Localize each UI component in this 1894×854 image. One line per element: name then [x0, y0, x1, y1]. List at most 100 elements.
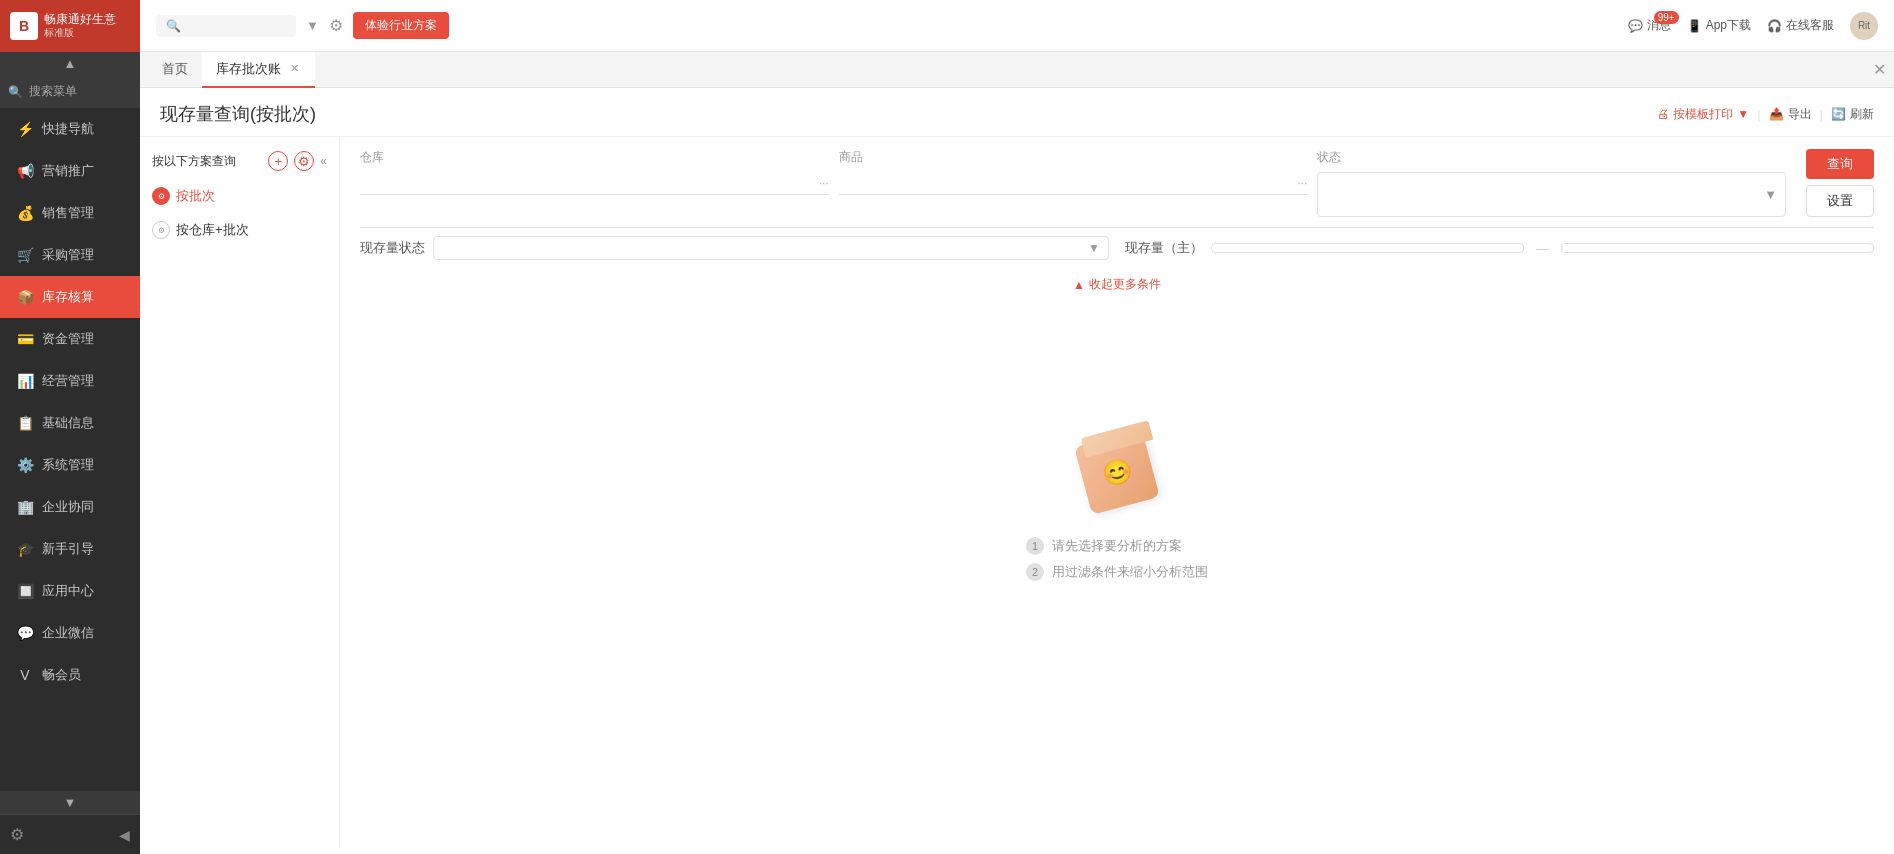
- empty-state: 1 请先选择要分析的方案 2 用过滤条件来缩小分析范围: [360, 299, 1874, 699]
- tabbar: 首页 库存批次账 ✕ ✕: [140, 52, 1894, 88]
- settings-icon[interactable]: ⚙: [10, 825, 24, 844]
- sidebar-item-guide[interactable]: 🎓 新手引导: [0, 528, 140, 570]
- app-download-label: App下载: [1706, 17, 1751, 34]
- app-title: 畅康通好生意: [44, 12, 116, 26]
- sidebar-item-label: 系统管理: [42, 456, 94, 474]
- sales-icon: 💰: [16, 205, 34, 221]
- tab-home[interactable]: 首页: [148, 52, 202, 88]
- sidebar-item-basic[interactable]: 📋 基础信息: [0, 402, 140, 444]
- sidebar-item-enterprise[interactable]: 🏢 企业协同: [0, 486, 140, 528]
- sidebar-item-marketing[interactable]: 📢 营销推广: [0, 150, 140, 192]
- warehouse-batch-icon: ⚙: [152, 221, 170, 239]
- action-buttons: 查询 设置: [1796, 149, 1874, 217]
- sidebar-item-label: 企业协同: [42, 498, 94, 516]
- export-icon: 📤: [1769, 107, 1784, 121]
- app-info: 畅康通好生意 标准版: [44, 12, 116, 40]
- tab-inventory-batch[interactable]: 库存批次账 ✕: [202, 52, 315, 88]
- query-btn[interactable]: 查询: [1806, 149, 1874, 179]
- refresh-btn[interactable]: 🔄 刷新: [1831, 106, 1874, 123]
- status-dropdown[interactable]: ▼: [1317, 172, 1786, 217]
- product-filter: 商品 ···: [839, 149, 1308, 217]
- collapse-sidebar-icon[interactable]: ◀: [119, 827, 130, 843]
- topbar-dropdown-arrow[interactable]: ▼: [306, 18, 319, 33]
- collapse-more-btn[interactable]: ▲ 收起更多条件: [360, 270, 1874, 299]
- guide-icon: 🎓: [16, 541, 34, 557]
- scroll-down-btn[interactable]: ▼: [0, 791, 140, 814]
- add-plan-btn[interactable]: +: [268, 151, 288, 171]
- sidebar-item-finance[interactable]: 💳 资金管理: [0, 318, 140, 360]
- inventory-status-filter: 现存量状态 ▼: [360, 236, 1109, 260]
- sidebar-item-operations[interactable]: 📊 经营管理: [0, 360, 140, 402]
- app-subtitle: 标准版: [44, 26, 116, 40]
- gear-icon: ⚙: [298, 154, 310, 169]
- inventory-qty-filter: 现存量（主） —: [1125, 239, 1874, 257]
- avatar-text: Rit: [1858, 20, 1870, 31]
- sidebar-item-label: 营销推广: [42, 162, 94, 180]
- empty-tip-2: 2 用过滤条件来缩小分析范围: [1026, 563, 1208, 581]
- sidebar-item-apps[interactable]: 🔲 应用中心: [0, 570, 140, 612]
- app-download-btn[interactable]: 📱 App下载: [1687, 17, 1751, 34]
- scroll-up-btn[interactable]: ▲: [0, 52, 140, 75]
- settings-filter-btn[interactable]: 设置: [1806, 185, 1874, 217]
- print-btn[interactable]: 🖨 按模板打印 ▼: [1657, 106, 1749, 123]
- product-input[interactable]: ···: [839, 172, 1308, 195]
- product-dots-btn[interactable]: ···: [1297, 176, 1307, 190]
- warehouse-filter: 仓库 ···: [360, 149, 829, 217]
- printer-icon: 🖨: [1657, 107, 1669, 121]
- finance-icon: 💳: [16, 331, 34, 347]
- empty-tips: 1 请先选择要分析的方案 2 用过滤条件来缩小分析范围: [1026, 537, 1208, 581]
- warehouse-input[interactable]: ···: [360, 172, 829, 195]
- sidebar-search[interactable]: 🔍 搜索菜单: [0, 75, 140, 108]
- tip-1-num: 1: [1026, 537, 1044, 555]
- inventory-status-dropdown[interactable]: ▼: [433, 236, 1109, 260]
- sidebar-item-vip[interactable]: V 畅会员: [0, 654, 140, 696]
- separator-1: |: [1757, 107, 1760, 122]
- export-btn[interactable]: 📤 导出: [1769, 106, 1812, 123]
- sidebar-item-label: 库存核算: [42, 288, 94, 306]
- tab-close-btn[interactable]: ✕: [287, 62, 301, 76]
- collapse-arrow-icon: ▲: [1073, 278, 1085, 292]
- plan-item-warehouse-batch[interactable]: ⚙ 按仓库+批次: [140, 213, 339, 247]
- sidebar-item-label: 新手引导: [42, 540, 94, 558]
- sidebar-item-wechat[interactable]: 💬 企业微信: [0, 612, 140, 654]
- print-dropdown-icon[interactable]: ▼: [1737, 107, 1749, 121]
- inventory-qty-to[interactable]: [1561, 243, 1874, 253]
- quick-nav-icon: ⚡: [16, 121, 34, 137]
- tip-2-num: 2: [1026, 563, 1044, 581]
- tip-2-text: 用过滤条件来缩小分析范围: [1052, 563, 1208, 581]
- system-icon: ⚙️: [16, 457, 34, 473]
- topbar-settings-icon[interactable]: ⚙: [329, 16, 343, 35]
- sidebar-item-purchase[interactable]: 🛒 采购管理: [0, 234, 140, 276]
- topbar: 🔍 ▼ ⚙ 体验行业方案 💬 消息 99+ 📱 App下载 🎧 在线客服 Rit: [140, 0, 1894, 52]
- sidebar-item-sales[interactable]: 💰 销售管理: [0, 192, 140, 234]
- online-support-btn[interactable]: 🎧 在线客服: [1767, 17, 1834, 34]
- messages-btn[interactable]: 💬 消息 99+: [1628, 17, 1671, 34]
- qty-separator: —: [1532, 241, 1553, 256]
- tip-1-text: 请先选择要分析的方案: [1052, 537, 1182, 555]
- sidebar-item-system[interactable]: ⚙️ 系统管理: [0, 444, 140, 486]
- warehouse-dots-btn[interactable]: ···: [819, 176, 829, 190]
- status-arrow-icon: ▼: [1764, 187, 1777, 202]
- content-area: 现存量查询(按批次) 🖨 按模板打印 ▼ | 📤 导出 | 🔄 刷新: [140, 88, 1894, 854]
- filter-second-row: 现存量状态 ▼ 现存量（主） —: [360, 236, 1874, 260]
- topbar-search[interactable]: 🔍: [156, 15, 296, 37]
- collapse-panel-btn[interactable]: «: [320, 154, 327, 168]
- sidebar: B 畅康通好生意 标准版 ▲ 🔍 搜索菜单 ⚡ 快捷导航 📢 营销推广 💰 销售…: [0, 0, 140, 854]
- left-panel-title: 按以下方案查询: [152, 153, 236, 170]
- empty-tip-1: 1 请先选择要分析的方案: [1026, 537, 1208, 555]
- sidebar-item-label: 资金管理: [42, 330, 94, 348]
- refresh-icon: 🔄: [1831, 107, 1846, 121]
- panel-close-btn[interactable]: ✕: [1873, 60, 1886, 79]
- sidebar-item-quick-nav[interactable]: ⚡ 快捷导航: [0, 108, 140, 150]
- sidebar-item-label: 经营管理: [42, 372, 94, 390]
- gear-plan-btn[interactable]: ⚙: [294, 151, 314, 171]
- plan-item-batch[interactable]: ⚙ 按批次: [140, 179, 339, 213]
- experience-btn[interactable]: 体验行业方案: [353, 12, 449, 39]
- sidebar-item-inventory[interactable]: 📦 库存核算: [0, 276, 140, 318]
- user-avatar[interactable]: Rit: [1850, 12, 1878, 40]
- message-badge: 99+: [1654, 11, 1679, 24]
- left-panel-actions: + ⚙ «: [268, 151, 327, 171]
- inventory-qty-from[interactable]: [1211, 243, 1524, 253]
- page-title: 现存量查询(按批次): [160, 102, 316, 126]
- inventory-status-arrow-icon: ▼: [1088, 241, 1100, 255]
